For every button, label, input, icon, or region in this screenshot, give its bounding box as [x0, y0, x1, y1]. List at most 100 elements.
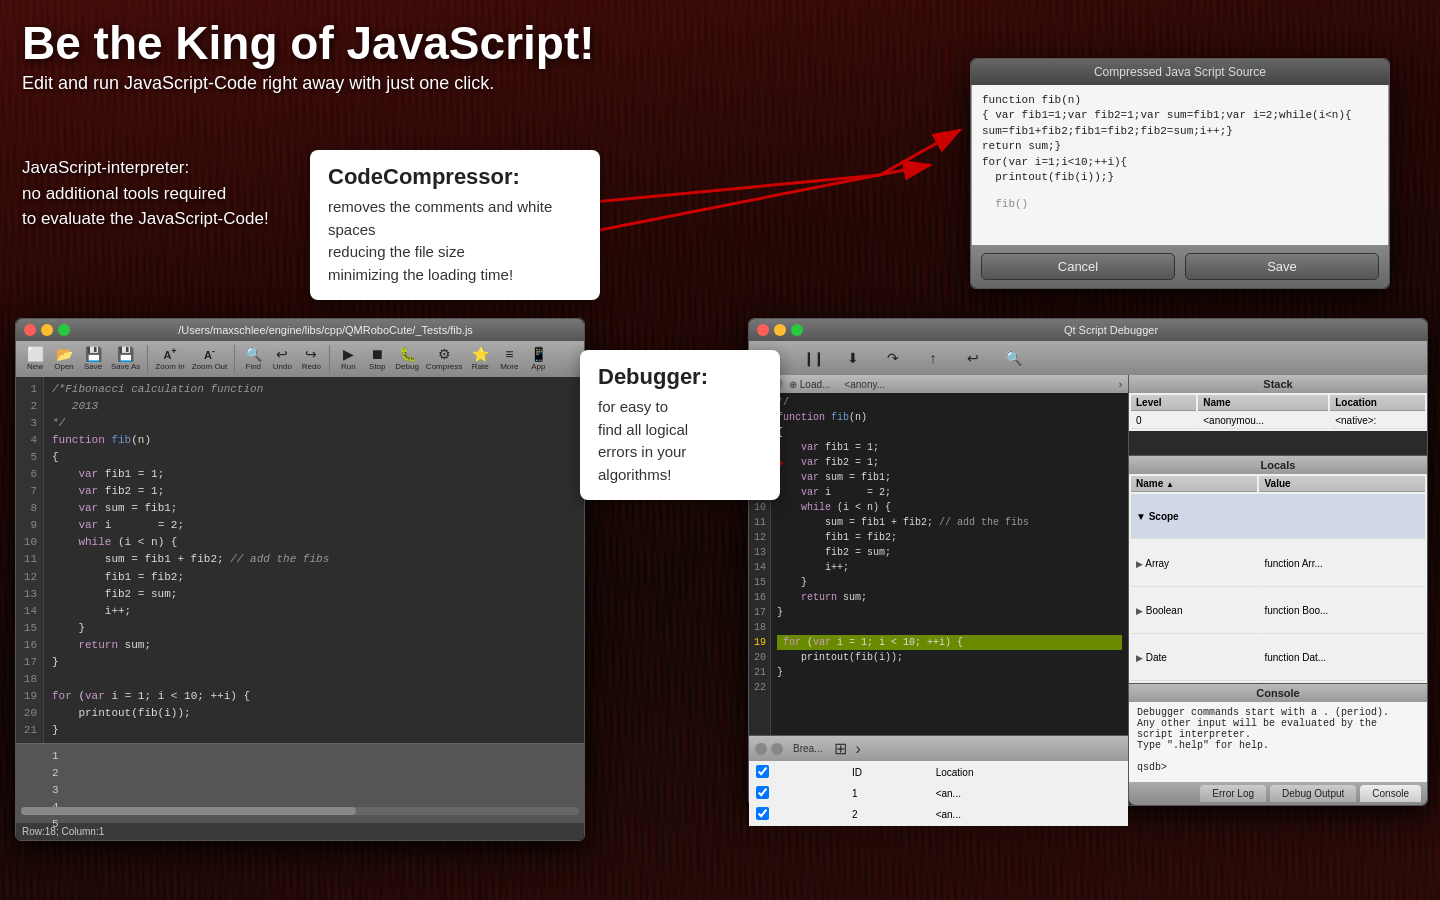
compressed-code-line: for(var i=1;i<10;++i){: [982, 155, 1378, 170]
toolbar-compress[interactable]: ⚙ Compress: [424, 346, 464, 372]
minimize-button[interactable]: [41, 324, 53, 336]
toolbar-save-label: Save: [84, 362, 102, 371]
bp-check[interactable]: [751, 805, 845, 824]
dbg-step-over-button[interactable]: ↷: [879, 346, 907, 370]
toolbar-stop-label: Stop: [369, 362, 385, 371]
editor-titlebar: /Users/maxschlee/engine/libs/cpp/QMRoboC…: [16, 319, 584, 341]
close-button[interactable]: [24, 324, 36, 336]
dbg-nav-arrow[interactable]: ›: [1119, 379, 1122, 390]
debugger-maximize-button[interactable]: [791, 324, 803, 336]
debugger-window: Qt Script Debugger ▶ ❙❙ ⬇ ↷ ↑ ↩ 🔍 ⊕ Load…: [748, 318, 1428, 806]
stack-location: <native>:: [1330, 413, 1425, 429]
console-tabs: Error Log Debug Output Console: [1129, 782, 1427, 805]
debugger-main: ⊕ Load... <anony... › 345678910111213141…: [749, 375, 1427, 805]
toolbar-saveas[interactable]: 💾 Save As: [109, 346, 142, 372]
rate-icon: ⭐: [472, 347, 489, 361]
toolbar-compress-label: Compress: [426, 362, 462, 371]
console-tab-console[interactable]: Console: [1360, 785, 1421, 802]
toolbar-open[interactable]: 📂 Open: [51, 346, 77, 372]
compressed-code-line: function fib(n): [982, 93, 1378, 108]
toolbar-rate-label: Rate: [472, 362, 489, 371]
toolbar-more-label: More: [500, 362, 518, 371]
dbg-load-label: ⊕ Load...: [789, 379, 830, 390]
toolbar-more[interactable]: ≡ More: [496, 346, 522, 372]
dbg-code-content[interactable]: */ function fib(n) { var fib1 = 1; var f…: [771, 393, 1128, 735]
bp-check[interactable]: [751, 763, 845, 782]
scope-label: ▼ Scope: [1131, 494, 1425, 539]
compressed-title: Compressed Java Script Source: [981, 65, 1379, 79]
bp-dot1[interactable]: [755, 743, 767, 755]
debugger-title: Qt Script Debugger: [803, 324, 1419, 336]
saveas-icon: 💾: [117, 347, 134, 361]
stack-col-level: Level: [1131, 395, 1196, 411]
toolbar-new[interactable]: ⬜ New: [22, 346, 48, 372]
toolbar-app[interactable]: 📱 App: [525, 346, 551, 372]
debugger-close-button[interactable]: [757, 324, 769, 336]
cancel-button[interactable]: Cancel: [981, 253, 1175, 280]
toolbar-rate[interactable]: ⭐ Rate: [467, 346, 493, 372]
code-area[interactable]: /*Fibonacci calculation function 2013 */…: [44, 377, 584, 743]
compressed-code-line: { var fib1=1;var fib2=1;var sum=fib1;var…: [982, 108, 1378, 123]
console-panel: Console Debugger commands start with a .…: [1129, 683, 1427, 805]
bp-dot-buttons: [755, 743, 783, 755]
bp-nav-icon2[interactable]: ›: [855, 740, 860, 758]
header-section: Be the King of JavaScript! Edit and run …: [22, 18, 595, 94]
compressed-code-line: return sum;}: [982, 139, 1378, 154]
toolbar-zoomin[interactable]: A+ Zoom In: [153, 346, 186, 372]
toolbar-stop[interactable]: ⏹ Stop: [364, 346, 390, 372]
toolbar-save[interactable]: 💾 Save: [80, 346, 106, 372]
compressed-code-line: printout(fib(i));}: [982, 170, 1378, 185]
locals-col-name: Name ▲: [1131, 476, 1257, 492]
compressor-callout-title: CodeCompressor:: [328, 164, 582, 190]
find-icon: 🔍: [245, 347, 262, 361]
toolbar-debug[interactable]: 🐛 Debug: [393, 346, 421, 372]
dbg-anon-label: <anony...: [844, 379, 885, 390]
toolbar-undo[interactable]: ↩ Undo: [269, 346, 295, 372]
toolbar-new-label: New: [27, 362, 43, 371]
dbg-return-button[interactable]: ↩: [959, 346, 987, 370]
locals-name-date: ▶ Date: [1131, 636, 1257, 681]
locals-panel: Locals Name ▲ Value ▼ Scope ▶ Array: [1129, 455, 1427, 683]
toolbar-zoomout[interactable]: A- Zoom Out: [190, 346, 230, 372]
console-tab-debugoutput[interactable]: Debug Output: [1270, 785, 1356, 802]
toolbar-run[interactable]: ▶ Run: [335, 346, 361, 372]
console-body[interactable]: Debugger commands start with a . (period…: [1129, 702, 1427, 782]
editor-body: 123456789101112131415161718192021 /*Fibo…: [16, 377, 584, 743]
maximize-button[interactable]: [58, 324, 70, 336]
bp-dot2[interactable]: [771, 743, 783, 755]
bp-row: ID Location: [751, 763, 1126, 782]
stack-panel: Stack Level Name Location 0 <anonymou...: [1129, 375, 1427, 455]
console-tab-errorlog[interactable]: Error Log: [1200, 785, 1266, 802]
stack-row: 0 <anonymou... <native>:: [1131, 413, 1425, 429]
toolbar-saveas-label: Save As: [111, 362, 140, 371]
left-desc-line3: to evaluate the JavaScript-Code!: [22, 206, 269, 232]
locals-header: Locals: [1129, 456, 1427, 474]
compressed-content: function fib(n) { var fib1=1;var fib2=1;…: [971, 85, 1389, 245]
dbg-inspect-button[interactable]: 🔍: [999, 346, 1027, 370]
save-button[interactable]: Save: [1185, 253, 1379, 280]
debugger-minimize-button[interactable]: [774, 324, 786, 336]
dbg-step-into-button[interactable]: ⬇: [839, 346, 867, 370]
bp-header: Brea... ⊞ ›: [749, 736, 1128, 761]
dbg-pause-button[interactable]: ❙❙: [799, 346, 827, 370]
horizontal-scrollbar[interactable]: [21, 807, 579, 815]
bp-loc-val: <an...: [931, 805, 1126, 824]
bp-check[interactable]: [751, 784, 845, 803]
stack-level: 0: [1131, 413, 1196, 429]
open-icon: 📂: [56, 347, 73, 361]
stack-col-name: Name: [1198, 395, 1328, 411]
zoomin-icon: A+: [163, 347, 176, 361]
debugger-traffic-lights: [757, 324, 803, 336]
locals-name-boolean: ▶ Boolean: [1131, 589, 1257, 634]
locals-col-value: Value: [1259, 476, 1425, 492]
bp-nav-icon[interactable]: ⊞: [834, 739, 847, 758]
dbg-step-out-button[interactable]: ↑: [919, 346, 947, 370]
toolbar-redo[interactable]: ↪ Redo: [298, 346, 324, 372]
toolbar-zoomin-label: Zoom In: [155, 362, 184, 371]
editor-title: /Users/maxschlee/engine/libs/cpp/QMRoboC…: [75, 324, 576, 336]
toolbar-app-label: App: [531, 362, 545, 371]
bp-location-header: Location: [931, 763, 1126, 782]
bp-row: 1 <an...: [751, 784, 1126, 803]
toolbar-find[interactable]: 🔍 Find: [240, 346, 266, 372]
run-icon: ▶: [343, 347, 354, 361]
